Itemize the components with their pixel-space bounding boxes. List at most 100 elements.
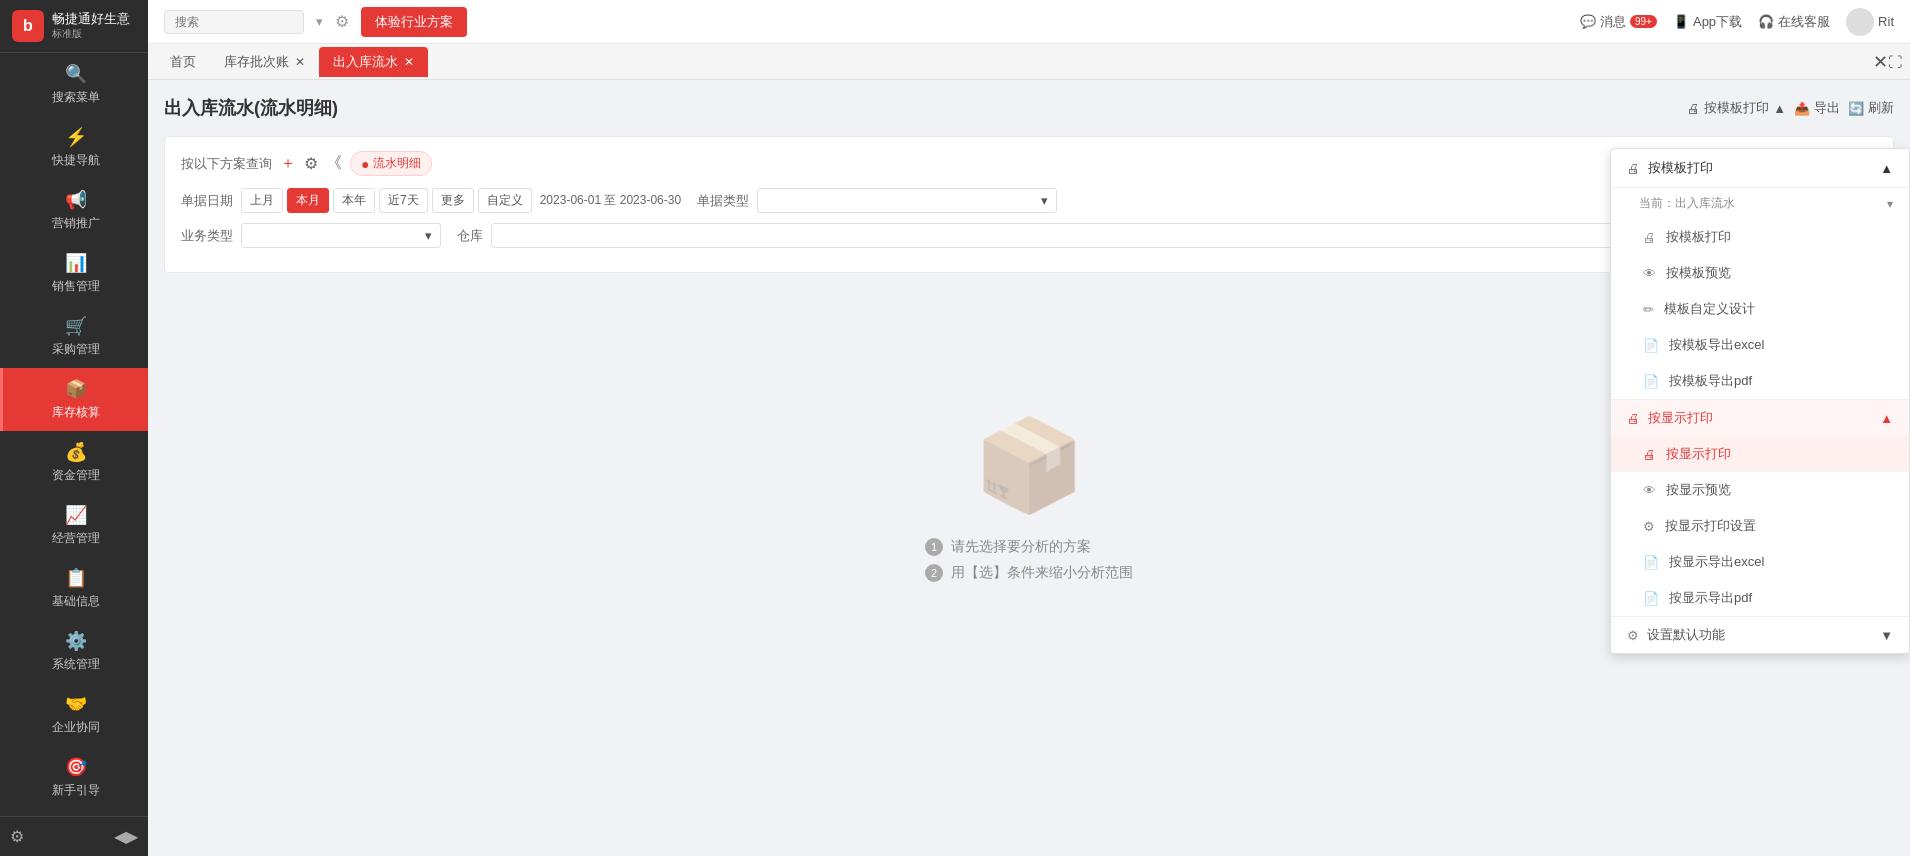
search-dropdown-icon[interactable]: ▾	[316, 14, 323, 29]
date-btn-custom[interactable]: 自定义	[478, 188, 532, 213]
sidebar-item-purchase[interactable]: 🛒 采购管理	[0, 305, 148, 368]
display-preview-item[interactable]: 👁 按显示预览	[1611, 472, 1909, 508]
customer-service-btn[interactable]: 🎧 在线客服	[1758, 13, 1830, 31]
tab-flow[interactable]: 出入库流水 ✕	[319, 47, 428, 77]
dropdown-footer[interactable]: ⚙ 设置默认功能 ▼	[1611, 617, 1909, 653]
display-pdf-item[interactable]: 📄 按显示导出pdf	[1611, 580, 1909, 616]
sidebar-scroll: 🔍 搜索菜单 ⚡ 快捷导航 📢 营销推广 📊 销售管理 🛒 采购管理 📦 库存核…	[0, 53, 148, 816]
footer-arrow-icon: ▼	[1880, 628, 1893, 643]
sidebar-item-basic[interactable]: 📋 基础信息	[0, 557, 148, 620]
display-print-item[interactable]: 🖨 按显示打印	[1611, 436, 1909, 472]
settings-icon[interactable]: ⚙	[10, 827, 24, 846]
operations-icon: 📈	[65, 504, 87, 526]
filter-add-icon[interactable]: ＋	[280, 153, 296, 174]
sidebar-item-collab[interactable]: 🤝 企业协同	[0, 683, 148, 746]
date-btn-last-month[interactable]: 上月	[241, 188, 283, 213]
header-right: 💬 消息 99+ 📱 App下载 🎧 在线客服 Rit	[1580, 8, 1894, 36]
biz-type-label: 业务类型	[181, 227, 233, 245]
sidebar-item-marketing[interactable]: 📢 营销推广	[0, 179, 148, 242]
page-title: 出入库流水(流水明细)	[164, 96, 338, 120]
page-content: 出入库流水(流水明细) 🖨 按模板打印 ▲ 📤 导出 🔄 刷新	[148, 80, 1910, 856]
user-profile-btn[interactable]: Rit	[1846, 8, 1894, 36]
biz-type-field: 业务类型 ▾	[181, 223, 441, 248]
step-1-number: 1	[925, 538, 943, 556]
filter-tag-label: 流水明细	[373, 155, 421, 172]
search-icon: 🔍	[65, 63, 87, 85]
display-settings-icon: ⚙	[1643, 519, 1655, 534]
user-name: Rit	[1878, 14, 1894, 29]
sidebar-item-label: 资金管理	[52, 467, 100, 484]
date-btn-this-month[interactable]: 本月	[287, 188, 329, 213]
sidebar-item-apps[interactable]: 🔲 应用中心	[0, 809, 148, 816]
empty-illustration: 📦	[973, 413, 1085, 518]
dropdown-print-icon: 🖨	[1627, 161, 1640, 176]
app-download-btn[interactable]: 📱 App下载	[1673, 13, 1742, 31]
tab-home[interactable]: 首页	[156, 47, 210, 77]
header-left: ▾ ⚙ 体验行业方案	[164, 7, 467, 37]
template-section: 🖨 按模板打印 👁 按模板预览 ✏ 模板自定义设计 📄 按模板导出excel 📄	[1611, 219, 1909, 400]
sidebar-item-inventory[interactable]: 📦 库存核算	[0, 368, 148, 431]
template-print-icon: 🖨	[1643, 230, 1656, 245]
template-print-item[interactable]: 🖨 按模板打印	[1611, 219, 1909, 255]
step-2-text: 用【选】条件来缩小分析范围	[951, 564, 1133, 582]
doc-type-select[interactable]: ▾	[757, 188, 1057, 213]
industry-btn[interactable]: 体验行业方案	[361, 7, 467, 37]
collapse-sidebar-icon[interactable]: ◀▶	[114, 827, 138, 846]
empty-steps: 1 请先选择要分析的方案 2 用【选】条件来缩小分析范围	[925, 538, 1133, 590]
sidebar-item-operations[interactable]: 📈 经营管理	[0, 494, 148, 557]
sidebar-item-quicknav[interactable]: ⚡ 快捷导航	[0, 116, 148, 179]
sidebar-item-sales[interactable]: 📊 销售管理	[0, 242, 148, 305]
quicknav-icon: ⚡	[65, 126, 87, 148]
display-section: 🖨 按显示打印 ▲ 🖨 按显示打印 👁 按显示预览 ⚙ 按显示打印设置	[1611, 400, 1909, 617]
filter-tag[interactable]: ● 流水明细	[350, 151, 432, 176]
print-dropdown-panel: 🖨 按模板打印 ▲ 当前：出入库流水 ▾ 🖨 按模板打印 👁 按模板预览	[1610, 148, 1910, 654]
date-btn-this-year[interactable]: 本年	[333, 188, 375, 213]
filter-collapse-icon[interactable]: 《	[326, 153, 342, 174]
close-batch-tab-icon[interactable]: ✕	[295, 55, 305, 69]
sidebar-logo: b 畅捷通好生意 标准版	[0, 0, 148, 53]
date-btn-more[interactable]: 更多	[432, 188, 474, 213]
display-section-header[interactable]: 🖨 按显示打印 ▲	[1611, 400, 1909, 436]
step-2-number: 2	[925, 564, 943, 582]
page-header: 出入库流水(流水明细) 🖨 按模板打印 ▲ 📤 导出 🔄 刷新	[164, 96, 1894, 120]
empty-step-1: 1 请先选择要分析的方案	[925, 538, 1133, 556]
display-settings-item[interactable]: ⚙ 按显示打印设置	[1611, 508, 1909, 544]
date-btn-7days[interactable]: 近7天	[379, 188, 428, 213]
template-preview-item[interactable]: 👁 按模板预览	[1611, 255, 1909, 291]
template-excel-item[interactable]: 📄 按模板导出excel	[1611, 327, 1909, 363]
dropdown-current: 当前：出入库流水 ▾	[1611, 188, 1909, 219]
tab-batch[interactable]: 库存批次账 ✕	[210, 47, 319, 77]
refresh-button[interactable]: 🔄 刷新	[1848, 99, 1894, 117]
headset-icon: 🎧	[1758, 14, 1774, 29]
sidebar-item-label: 系统管理	[52, 656, 100, 673]
warehouse-select[interactable]: ···	[491, 223, 1766, 248]
biz-type-select[interactable]: ▾	[241, 223, 441, 248]
template-custom-icon: ✏	[1643, 302, 1654, 317]
display-excel-item[interactable]: 📄 按显示导出excel	[1611, 544, 1909, 580]
header-settings-icon[interactable]: ⚙	[335, 12, 349, 31]
print-template-button[interactable]: 🖨 按模板打印 ▲	[1687, 99, 1786, 117]
export-label: 导出	[1814, 99, 1840, 117]
template-custom-item[interactable]: ✏ 模板自定义设计	[1611, 291, 1909, 327]
display-header-icon: 🖨	[1627, 411, 1640, 426]
sidebar-item-finance[interactable]: 💰 资金管理	[0, 431, 148, 494]
close-page-button[interactable]: ✕	[1873, 51, 1888, 73]
sidebar-item-search[interactable]: 🔍 搜索菜单	[0, 53, 148, 116]
dropdown-expand-icon[interactable]: ▲	[1880, 161, 1893, 176]
sidebar-item-newbie[interactable]: 🎯 新手引导	[0, 746, 148, 809]
sidebar-item-label: 销售管理	[52, 278, 100, 295]
marketing-icon: 📢	[65, 189, 87, 211]
batch-tab-label: 库存批次账	[224, 53, 289, 71]
message-btn[interactable]: 💬 消息 99+	[1580, 13, 1657, 31]
filter-settings-icon[interactable]: ⚙	[304, 154, 318, 173]
expand-page-button[interactable]: ⛶	[1888, 54, 1902, 70]
app-logo-icon: b	[12, 10, 44, 42]
template-pdf-item[interactable]: 📄 按模板导出pdf	[1611, 363, 1909, 399]
header-search-input[interactable]	[164, 10, 304, 34]
close-flow-tab-icon[interactable]: ✕	[404, 55, 414, 69]
refresh-label: 刷新	[1868, 99, 1894, 117]
print-label: 按模板打印	[1704, 99, 1769, 117]
sidebar-item-system[interactable]: ⚙️ 系统管理	[0, 620, 148, 683]
export-button[interactable]: 📤 导出	[1794, 99, 1840, 117]
page-actions: 🖨 按模板打印 ▲ 📤 导出 🔄 刷新	[1687, 99, 1894, 117]
